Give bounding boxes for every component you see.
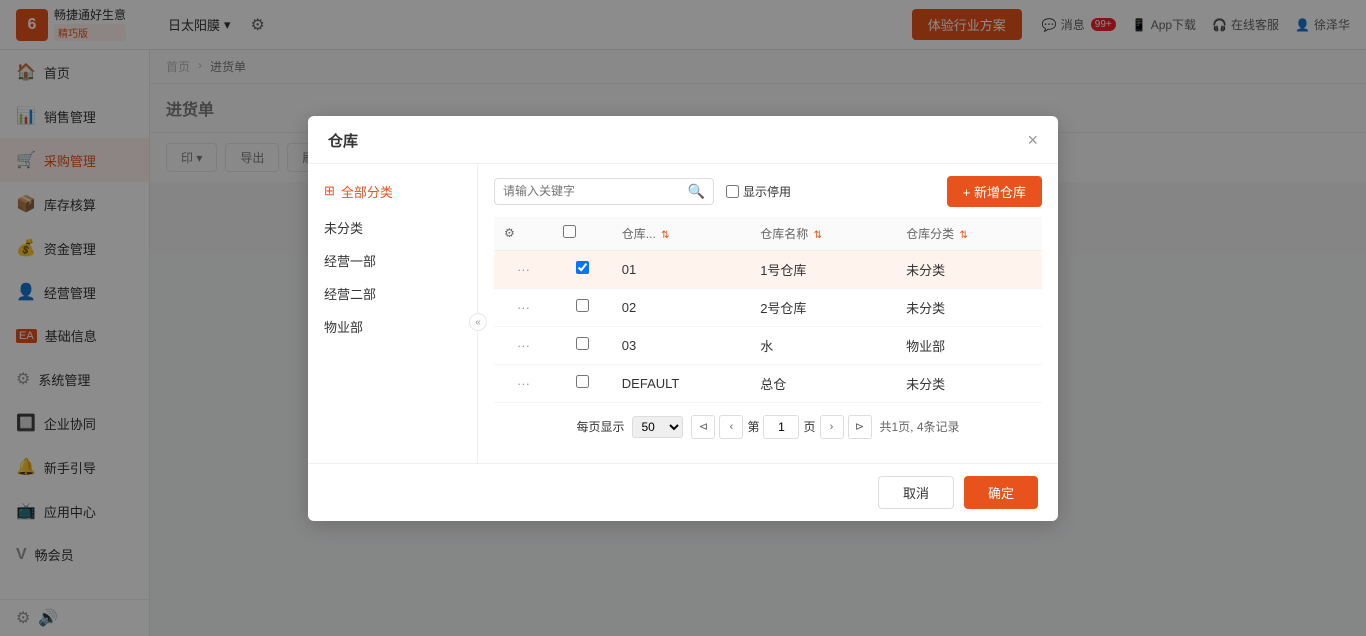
gear-icon: ⚙ — [504, 226, 515, 240]
page-nav: ⊲ ‹ 第 页 › ⊳ — [691, 415, 871, 439]
last-page-button[interactable]: ⊳ — [848, 415, 872, 439]
row-code-cell: DEFAULT — [612, 364, 750, 402]
row-settings-cell[interactable]: ··· — [494, 364, 553, 402]
tree-item-dept2[interactable]: 经营二部 — [308, 277, 477, 310]
search-box: 🔍 — [494, 178, 714, 205]
tree-item-dept1[interactable]: 经营一部 — [308, 244, 477, 277]
table-row[interactable]: ··· 03 水 物业部 — [494, 326, 1042, 364]
modal-body: ⊞ 全部分类 未分类 经营一部 经营二部 物业部 « — [308, 164, 1058, 463]
col-name[interactable]: 仓库名称 ⇅ — [750, 217, 896, 251]
confirm-button[interactable]: 确定 — [964, 476, 1038, 509]
modal-header: 仓库 × — [308, 116, 1058, 164]
row-checkbox[interactable] — [576, 337, 589, 350]
table-row[interactable]: ··· DEFAULT 总仓 未分类 — [494, 364, 1042, 402]
row-checkbox-cell[interactable] — [553, 326, 612, 364]
page-size-select[interactable]: 50 10 20 100 — [632, 416, 683, 438]
row-settings-cell[interactable]: ··· — [494, 326, 553, 364]
show-disabled-checkbox[interactable] — [726, 185, 739, 198]
table-row[interactable]: ··· 02 2号仓库 未分类 — [494, 288, 1042, 326]
grid-icon: ⊞ — [324, 183, 335, 199]
col-category[interactable]: 仓库分类 ⇅ — [896, 217, 1042, 251]
row-name-cell: 总仓 — [750, 364, 896, 402]
tree-header: ⊞ 全部分类 — [308, 176, 477, 211]
col-code-label: 仓库... — [622, 227, 656, 241]
page-unit-label: 页 — [803, 418, 815, 435]
show-disabled-label: 显示停用 — [743, 183, 791, 200]
row-name-cell: 1号仓库 — [750, 250, 896, 288]
row-category-cell: 未分类 — [896, 364, 1042, 402]
col-name-label: 仓库名称 — [760, 227, 808, 241]
sort-code-icon: ⇅ — [661, 230, 669, 241]
modal-close-button[interactable]: × — [1027, 130, 1038, 151]
row-checkbox[interactable] — [576, 261, 589, 274]
total-info: 共1页, 4条记录 — [880, 418, 960, 435]
table-toolbar: 🔍 显示停用 + 新增仓库 — [494, 176, 1042, 207]
tree-item-unclassified[interactable]: 未分类 — [308, 211, 477, 244]
select-all-checkbox[interactable] — [563, 225, 576, 238]
col-code[interactable]: 仓库... ⇅ — [612, 217, 750, 251]
modal-title: 仓库 — [328, 130, 358, 151]
sort-cat-icon: ⇅ — [959, 230, 967, 241]
search-input[interactable] — [503, 184, 688, 198]
cancel-button[interactable]: 取消 — [878, 476, 954, 509]
category-tree-panel: ⊞ 全部分类 未分类 经营一部 经营二部 物业部 « — [308, 164, 478, 463]
page-number-input[interactable] — [763, 415, 799, 439]
row-checkbox[interactable] — [576, 299, 589, 312]
col-settings[interactable]: ⚙ — [494, 217, 553, 251]
row-checkbox-cell[interactable] — [553, 364, 612, 402]
table-row[interactable]: ··· 01 1号仓库 未分类 — [494, 250, 1042, 288]
warehouse-modal: 仓库 × ⊞ 全部分类 未分类 经营一部 经营二部 — [308, 116, 1058, 521]
row-checkbox[interactable] — [576, 375, 589, 388]
row-code-cell: 03 — [612, 326, 750, 364]
warehouse-table: ⚙ 仓库... ⇅ 仓库名称 ⇅ 仓库分类 — [494, 217, 1042, 403]
sort-name-icon: ⇅ — [814, 230, 822, 241]
prev-page-button[interactable]: ‹ — [719, 415, 743, 439]
modal-footer: 取消 确定 — [308, 463, 1058, 521]
col-category-label: 仓库分类 — [906, 227, 954, 241]
tree-collapse-button[interactable]: « — [469, 313, 487, 331]
show-disabled-toggle[interactable]: 显示停用 — [726, 183, 791, 200]
page-size-label: 每页显示 — [576, 418, 624, 435]
row-code-cell: 02 — [612, 288, 750, 326]
row-code-cell: 01 — [612, 250, 750, 288]
page-label: 第 — [747, 418, 759, 435]
next-page-button[interactable]: › — [820, 415, 844, 439]
first-page-button[interactable]: ⊲ — [691, 415, 715, 439]
row-checkbox-cell[interactable] — [553, 250, 612, 288]
search-icon: 🔍 — [688, 183, 705, 200]
table-panel: 🔍 显示停用 + 新增仓库 ⚙ 仓库. — [478, 164, 1058, 463]
tree-header-label: 全部分类 — [341, 182, 393, 201]
col-checkbox[interactable] — [553, 217, 612, 251]
add-warehouse-button[interactable]: + 新增仓库 — [947, 176, 1042, 207]
tree-item-property[interactable]: 物业部 — [308, 310, 477, 343]
row-name-cell: 水 — [750, 326, 896, 364]
row-checkbox-cell[interactable] — [553, 288, 612, 326]
row-name-cell: 2号仓库 — [750, 288, 896, 326]
row-category-cell: 物业部 — [896, 326, 1042, 364]
pagination: 每页显示 50 10 20 100 ⊲ ‹ 第 — [494, 403, 1042, 451]
row-settings-cell[interactable]: ··· — [494, 288, 553, 326]
row-category-cell: 未分类 — [896, 288, 1042, 326]
row-category-cell: 未分类 — [896, 250, 1042, 288]
row-settings-cell[interactable]: ··· — [494, 250, 553, 288]
modal-overlay: 仓库 × ⊞ 全部分类 未分类 经营一部 经营二部 — [0, 0, 1366, 636]
page-size-dropdown[interactable]: 50 10 20 100 — [632, 416, 683, 438]
